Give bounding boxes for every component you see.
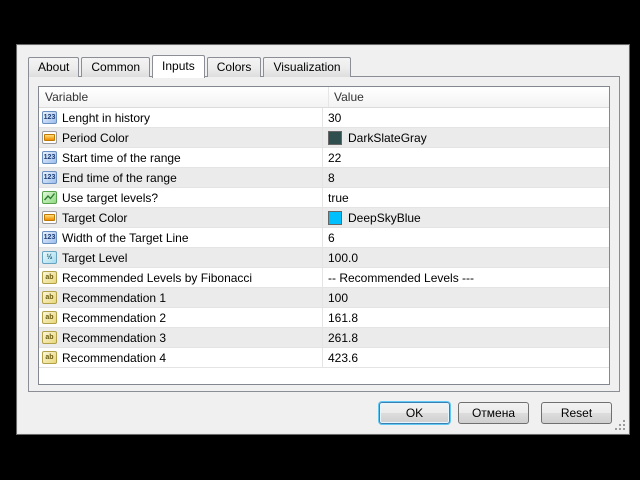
variable-label: Recommendation 4 <box>62 350 167 365</box>
variable-label: Period Color <box>62 130 129 145</box>
table-row[interactable]: Use target levels? true <box>39 188 609 208</box>
value-cell[interactable]: 261.8 <box>323 328 609 347</box>
value-label: 100.0 <box>328 250 359 265</box>
variable-label: Target Level <box>62 250 128 265</box>
color-chip <box>44 214 55 221</box>
int-icon: 123 <box>42 111 57 124</box>
value-label: 30 <box>328 110 342 125</box>
tab-colors[interactable]: Colors <box>206 57 262 77</box>
value-cell[interactable]: 30 <box>323 108 609 127</box>
variable-cell: 123 Start time of the range <box>39 148 323 167</box>
parameters-table: Variable Value 123 Lenght in history 30 Per… <box>38 86 610 385</box>
variable-label: Recommendation 3 <box>62 330 167 345</box>
color-icon <box>42 131 57 144</box>
table-row[interactable]: ½ Target Level 100.0 <box>39 248 609 268</box>
variable-label: Recommended Levels by Fibonacci <box>62 270 253 285</box>
color-swatch <box>328 210 342 225</box>
resize-grip-icon[interactable] <box>615 420 625 430</box>
table-row[interactable]: Target Color DeepSkyBlue <box>39 208 609 228</box>
value-label: 261.8 <box>328 330 359 345</box>
tab-about[interactable]: About <box>28 57 80 77</box>
table-body: 123 Lenght in history 30 Period Color DarkSl… <box>39 108 609 368</box>
variable-cell: Period Color <box>39 128 323 147</box>
string-icon: ab <box>42 271 57 284</box>
value-cell[interactable]: 161.8 <box>323 308 609 327</box>
value-label: 8 <box>328 170 335 185</box>
table-row[interactable]: ab Recommendation 3 261.8 <box>39 328 609 348</box>
tab-inputs[interactable]: Inputs <box>152 55 205 78</box>
table-row[interactable]: 123 Width of the Target Line 6 <box>39 228 609 248</box>
variable-cell: ab Recommendation 3 <box>39 328 323 347</box>
variable-label: Lenght in history <box>62 110 151 125</box>
column-header-variable[interactable]: Variable <box>39 87 329 107</box>
color-icon <box>42 211 57 224</box>
variable-cell: 123 Lenght in history <box>39 108 323 127</box>
bool-icon <box>42 191 57 204</box>
variable-label: Use target levels? <box>62 190 159 205</box>
tab-common[interactable]: Common <box>81 57 151 77</box>
variable-label: Recommendation 2 <box>62 310 167 325</box>
variable-cell: Use target levels? <box>39 188 323 207</box>
value-label: 100 <box>328 290 349 305</box>
int-icon: 123 <box>42 171 57 184</box>
table-row[interactable]: ab Recommendation 4 423.6 <box>39 348 609 368</box>
string-icon: ab <box>42 311 57 324</box>
table-row[interactable]: 123 Lenght in history 30 <box>39 108 609 128</box>
value-cell[interactable]: 8 <box>323 168 609 187</box>
int-icon: 123 <box>42 231 57 244</box>
variable-label: End time of the range <box>62 170 177 185</box>
value-cell[interactable]: 100 <box>323 288 609 307</box>
variable-cell: Target Color <box>39 208 323 227</box>
ok-button[interactable]: OK <box>379 402 450 424</box>
value-label: 161.8 <box>328 310 359 325</box>
variable-cell: ab Recommendation 4 <box>39 348 323 367</box>
value-label: 6 <box>328 230 335 245</box>
value-cell[interactable]: DarkSlateGray <box>323 128 609 147</box>
value-label: DeepSkyBlue <box>348 210 421 225</box>
value-label: -- Recommended Levels --- <box>328 270 475 285</box>
table-row[interactable]: 123 End time of the range 8 <box>39 168 609 188</box>
color-chip <box>44 134 55 141</box>
inputs-dialog: About Common Inputs Colors Visualization Var… <box>16 44 630 435</box>
value-label: true <box>328 190 349 205</box>
variable-cell: ab Recommendation 2 <box>39 308 323 327</box>
variable-label: Target Color <box>62 210 128 225</box>
int-icon: 123 <box>42 151 57 164</box>
variable-cell: ½ Target Level <box>39 248 323 267</box>
string-icon: ab <box>42 291 57 304</box>
cancel-button[interactable]: Отмена <box>458 402 529 424</box>
variable-cell: ab Recommendation 1 <box>39 288 323 307</box>
reset-button[interactable]: Reset <box>541 402 612 424</box>
variable-cell: 123 End time of the range <box>39 168 323 187</box>
value-label: 423.6 <box>328 350 359 365</box>
variable-label: Start time of the range <box>62 150 181 165</box>
value-cell[interactable]: 100.0 <box>323 248 609 267</box>
value-cell[interactable]: true <box>323 188 609 207</box>
table-row[interactable]: 123 Start time of the range 22 <box>39 148 609 168</box>
variable-cell: 123 Width of the Target Line <box>39 228 323 247</box>
double-icon: ½ <box>42 251 57 264</box>
string-icon: ab <box>42 331 57 344</box>
color-swatch <box>328 130 342 145</box>
value-cell[interactable]: 423.6 <box>323 348 609 367</box>
value-cell[interactable]: 6 <box>323 228 609 247</box>
variable-label: Recommendation 1 <box>62 290 167 305</box>
value-cell[interactable]: DeepSkyBlue <box>323 208 609 227</box>
tab-bar: About Common Inputs Colors Visualization <box>28 55 353 78</box>
variable-cell: ab Recommended Levels by Fibonacci <box>39 268 323 287</box>
value-cell[interactable]: -- Recommended Levels --- <box>323 268 609 287</box>
tab-visualization[interactable]: Visualization <box>263 57 351 77</box>
variable-label: Width of the Target Line <box>62 230 189 245</box>
table-row[interactable]: Period Color DarkSlateGray <box>39 128 609 148</box>
table-row[interactable]: ab Recommended Levels by Fibonacci -- Reco… <box>39 268 609 288</box>
string-icon: ab <box>42 351 57 364</box>
table-row[interactable]: ab Recommendation 1 100 <box>39 288 609 308</box>
value-label: DarkSlateGray <box>348 130 427 145</box>
column-header-value[interactable]: Value <box>329 87 609 107</box>
value-cell[interactable]: 22 <box>323 148 609 167</box>
value-label: 22 <box>328 150 342 165</box>
table-row[interactable]: ab Recommendation 2 161.8 <box>39 308 609 328</box>
table-header: Variable Value <box>39 87 609 108</box>
